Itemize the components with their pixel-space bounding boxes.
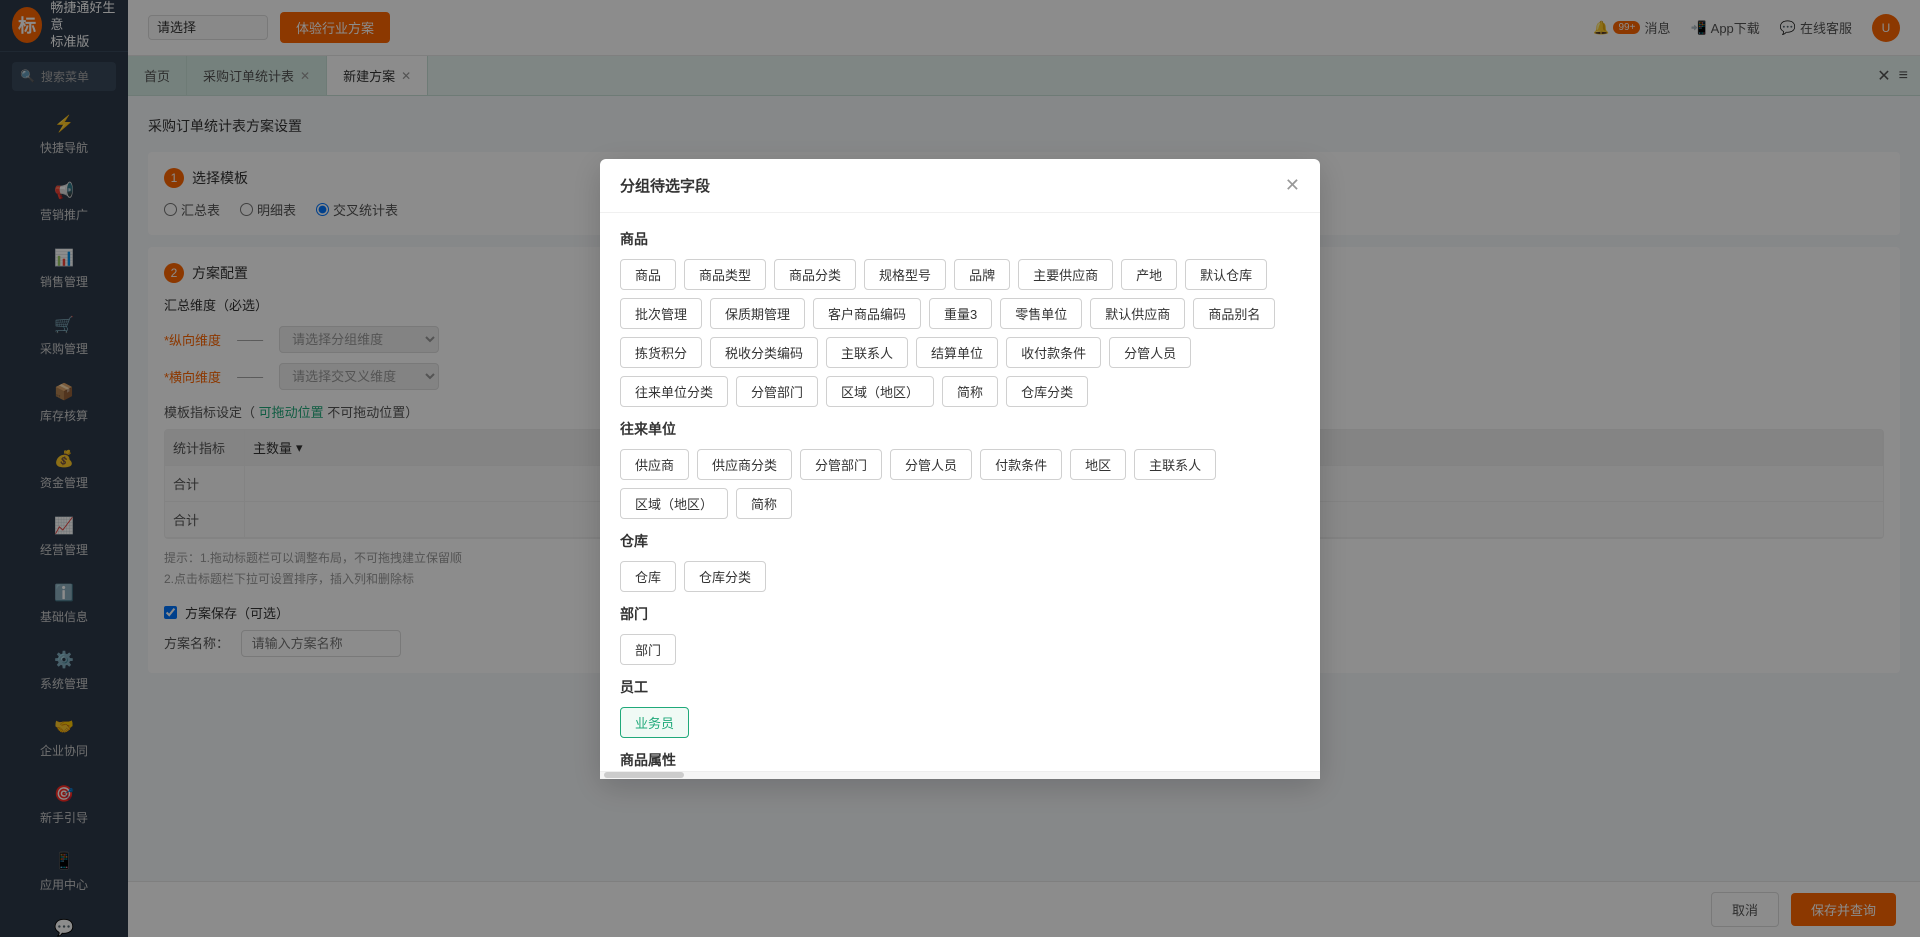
field-tag-product-alias[interactable]: 商品别名 xyxy=(1193,298,1275,329)
field-tag-default-warehouse[interactable]: 默认仓库 xyxy=(1185,259,1267,290)
field-tag-partner-unit-category[interactable]: 往来单位分类 xyxy=(620,376,728,407)
field-tag-main-contact[interactable]: 主联系人 xyxy=(826,337,908,368)
field-tag-supplier-category[interactable]: 供应商分类 xyxy=(697,449,792,480)
field-grid-department: 部门 xyxy=(620,634,1300,665)
field-tag-pick-points[interactable]: 拣货积分 xyxy=(620,337,702,368)
section-title-department: 部门 xyxy=(620,604,1300,624)
field-grid-staff: 业务员 xyxy=(620,707,1300,738)
section-title-product-attr: 商品属性 xyxy=(620,750,1300,770)
field-tag-dept-in-charge[interactable]: 分管部门 xyxy=(736,376,818,407)
modal-overlay[interactable]: 分组待选字段 ✕ 商品商品商品类型商品分类规格型号品牌主要供应商产地默认仓库批次… xyxy=(0,0,1920,937)
field-tag-product-category[interactable]: 商品分类 xyxy=(774,259,856,290)
field-tag-short-name[interactable]: 简称 xyxy=(942,376,998,407)
field-tag-region-product[interactable]: 区域（地区） xyxy=(826,376,934,407)
field-tag-retail-unit[interactable]: 零售单位 xyxy=(1000,298,1082,329)
field-tag-expiry-mgmt[interactable]: 保质期管理 xyxy=(710,298,805,329)
modal-close-button[interactable]: ✕ xyxy=(1285,175,1300,196)
field-tag-warehouse-category[interactable]: 仓库分类 xyxy=(684,561,766,592)
field-tag-batch-mgmt[interactable]: 批次管理 xyxy=(620,298,702,329)
field-tag-customer-code[interactable]: 客户商品编码 xyxy=(813,298,921,329)
field-tag-supplier[interactable]: 供应商 xyxy=(620,449,689,480)
modal-title: 分组待选字段 xyxy=(620,175,710,196)
field-tag-weight3[interactable]: 重量3 xyxy=(929,298,992,329)
section-title-warehouse: 仓库 xyxy=(620,531,1300,551)
section-title-staff: 员工 xyxy=(620,677,1300,697)
field-grid-partner: 供应商供应商分类分管部门分管人员付款条件地区主联系人区域（地区） 简称 xyxy=(620,449,1300,519)
field-tag-salesperson[interactable]: 业务员 xyxy=(620,707,689,738)
field-tag-product[interactable]: 商品 xyxy=(620,259,676,290)
field-tag-warehouse-category-p[interactable]: 仓库分类 xyxy=(1006,376,1088,407)
field-tag-warehouse[interactable]: 仓库 xyxy=(620,561,676,592)
field-tag-dept-partner[interactable]: 分管部门 xyxy=(800,449,882,480)
field-grid-product: 商品商品类型商品分类规格型号品牌主要供应商产地默认仓库批次管理保质期管理客户商品… xyxy=(620,259,1300,407)
modal-body: 商品商品商品类型商品分类规格型号品牌主要供应商产地默认仓库批次管理保质期管理客户… xyxy=(600,213,1320,772)
field-tag-manager[interactable]: 分管人员 xyxy=(1109,337,1191,368)
field-tag-main-supplier[interactable]: 主要供应商 xyxy=(1018,259,1113,290)
field-tag-origin[interactable]: 产地 xyxy=(1121,259,1177,290)
field-tag-payment-terms[interactable]: 收付款条件 xyxy=(1006,337,1101,368)
field-tag-settlement-unit[interactable]: 结算单位 xyxy=(916,337,998,368)
field-tag-tax-code[interactable]: 税收分类编码 xyxy=(710,337,818,368)
field-tag-spec-type[interactable]: 规格型号 xyxy=(864,259,946,290)
field-tag-default-supplier[interactable]: 默认供应商 xyxy=(1090,298,1185,329)
field-tag-manager-partner[interactable]: 分管人员 xyxy=(890,449,972,480)
field-tag-brand[interactable]: 品牌 xyxy=(954,259,1010,290)
field-tag-payment-cond[interactable]: 付款条件 xyxy=(980,449,1062,480)
field-tag-dept[interactable]: 部门 xyxy=(620,634,676,665)
field-tag-main-contact-partner[interactable]: 主联系人 xyxy=(1134,449,1216,480)
section-title-product: 商品 xyxy=(620,229,1300,249)
field-grid-warehouse: 仓库仓库分类 xyxy=(620,561,1300,592)
field-tag-region-partner[interactable]: 地区 xyxy=(1070,449,1126,480)
field-tag-product-type[interactable]: 商品类型 xyxy=(684,259,766,290)
modal-hscroll-thumb xyxy=(604,772,684,778)
modal: 分组待选字段 ✕ 商品商品商品类型商品分类规格型号品牌主要供应商产地默认仓库批次… xyxy=(600,159,1320,779)
section-title-partner: 往来单位 xyxy=(620,419,1300,439)
modal-header: 分组待选字段 ✕ xyxy=(600,159,1320,213)
field-tag-region2-partner[interactable]: 区域（地区） xyxy=(620,488,728,519)
field-tag-short-name-partner[interactable]: 简称 xyxy=(736,488,792,519)
modal-hscroll[interactable] xyxy=(600,771,1320,778)
